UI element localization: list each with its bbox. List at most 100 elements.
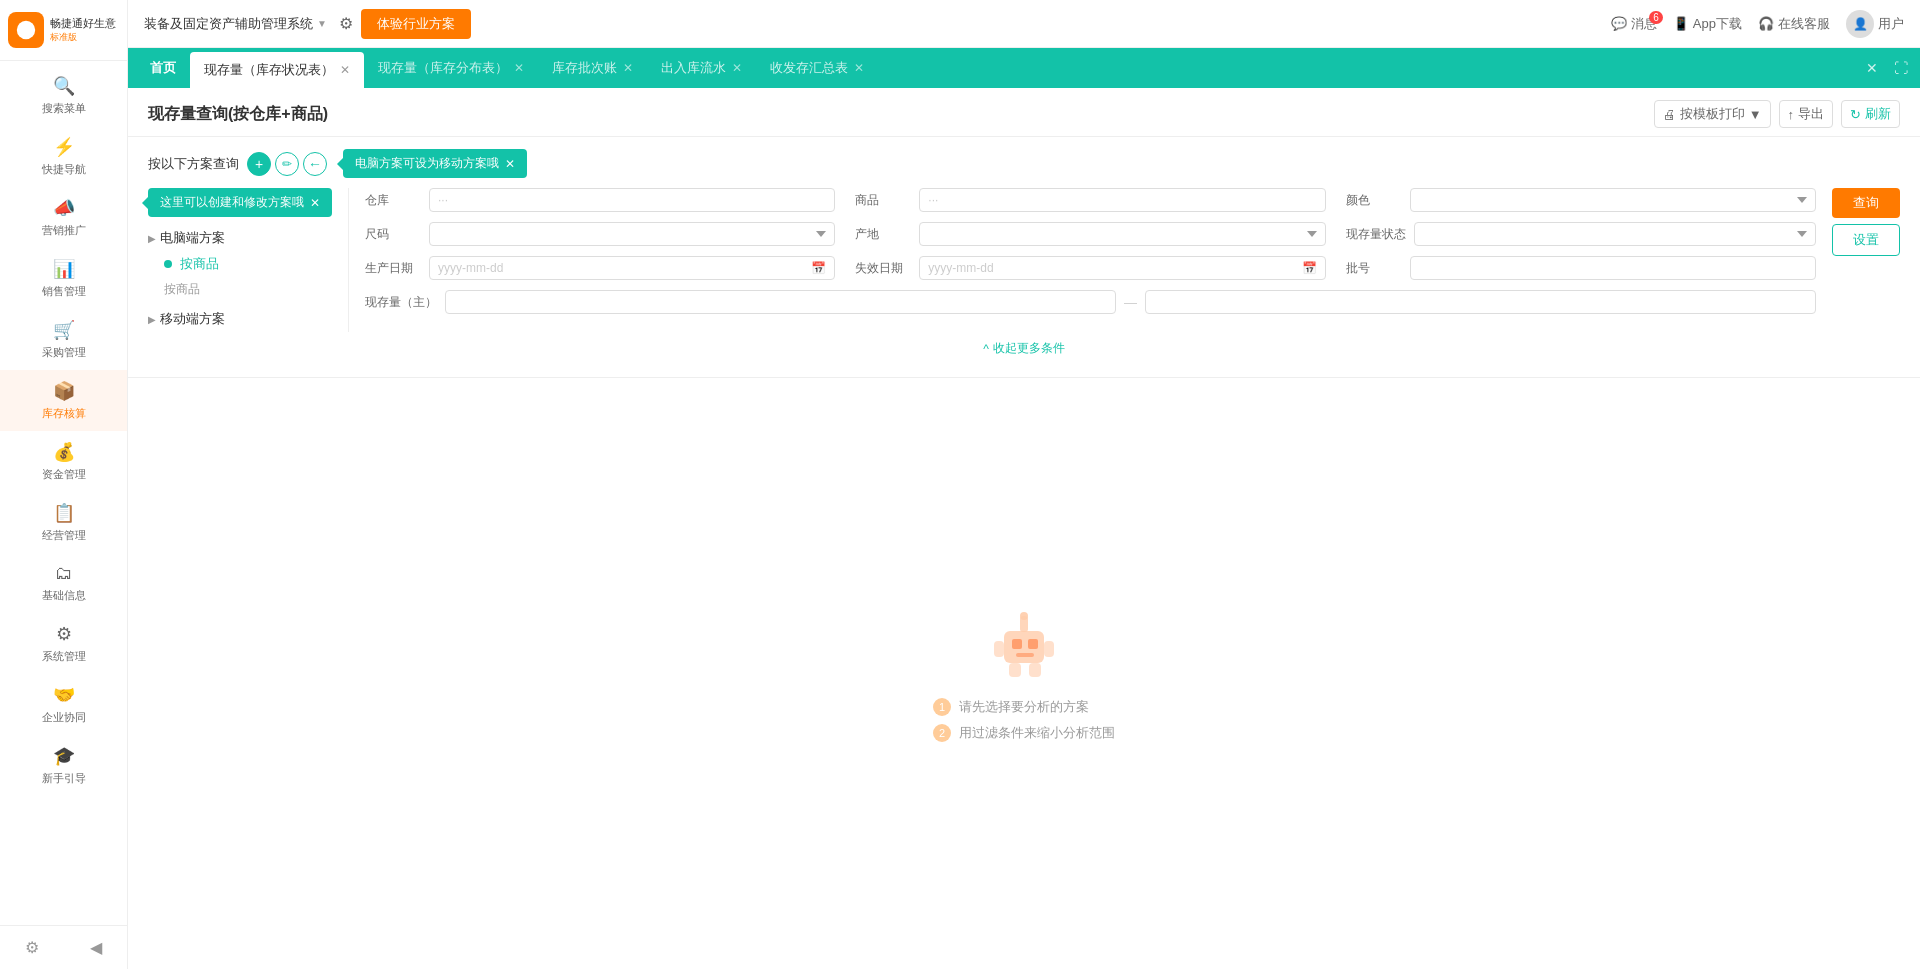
scheme-desktop[interactable]: ▶ 电脑端方案 [148, 225, 332, 251]
tab-inventory-dist[interactable]: 现存量（库存分布表） ✕ [364, 48, 538, 88]
scheme-tooltip-2-close-icon[interactable]: ✕ [310, 196, 320, 210]
topbar-left: 装备及固定资产辅助管理系统 ▼ ⚙ 体验行业方案 [144, 9, 471, 39]
sidebar-label-basic: 基础信息 [42, 588, 86, 603]
warehouse-input[interactable]: ··· [429, 188, 835, 212]
scheme-tooltip-1-close-icon[interactable]: ✕ [505, 157, 515, 171]
tab-home-label: 首页 [150, 59, 176, 77]
export-btn[interactable]: ↑ 导出 [1779, 100, 1834, 128]
warehouse-dots: ··· [438, 193, 448, 207]
scheme-tooltip-1-text: 电脑方案可设为移动方案哦 [355, 155, 499, 172]
origin-select[interactable] [919, 222, 1325, 246]
svg-rect-2 [1012, 639, 1022, 649]
print-btn[interactable]: 🖨 按模板打印 ▼ [1654, 100, 1771, 128]
tip-2-text: 用过滤条件来缩小分析范围 [959, 724, 1115, 742]
tab-inventory-status-close-icon[interactable]: ✕ [340, 63, 350, 77]
scheme-desktop-child-label: 按商品 [180, 255, 219, 273]
filter-actions: + ✏ ← [247, 152, 327, 176]
tab-inventory-dist-close-icon[interactable]: ✕ [514, 61, 524, 75]
sidebar-item-sales[interactable]: 📊 销售管理 [0, 248, 127, 309]
sidebar-item-operation[interactable]: 📋 经营管理 [0, 492, 127, 553]
tab-inventory-status[interactable]: 现存量（库存状况表） ✕ [190, 52, 364, 88]
sidebar-item-purchase[interactable]: 🛒 采购管理 [0, 309, 127, 370]
origin-label: 产地 [855, 226, 911, 243]
user-avatar-icon: 👤 [1853, 17, 1868, 31]
batch-input[interactable] [1410, 256, 1816, 280]
sidebar-item-inventory[interactable]: 📦 库存核算 [0, 370, 127, 431]
size-select[interactable] [429, 222, 835, 246]
tab-close-all-icon[interactable]: ✕ [1862, 56, 1882, 80]
topbar-app-download[interactable]: 📱 App下载 [1673, 15, 1742, 33]
tab-collect-summary[interactable]: 收发存汇总表 ✕ [756, 48, 878, 88]
filter-collapse-btn[interactable]: ^ 收起更多条件 [148, 332, 1900, 365]
produce-date-start[interactable]: yyyy-mm-dd 📅 [429, 256, 835, 280]
sidebar-item-basic[interactable]: 🗂 基础信息 [0, 553, 127, 613]
sidebar-label-enterprise: 企业协同 [42, 710, 86, 725]
tab-fullscreen-icon[interactable]: ⛶ [1890, 56, 1912, 80]
filter-row-3: 生产日期 yyyy-mm-dd 📅 失效日期 [365, 256, 1816, 280]
app-selector[interactable]: 装备及固定资产辅助管理系统 ▼ [144, 15, 327, 33]
topbar-message[interactable]: 💬 消息 6 [1611, 15, 1657, 33]
edit-scheme-btn[interactable]: ✏ [275, 152, 299, 176]
experience-btn[interactable]: 体验行业方案 [361, 9, 471, 39]
scheme-text-other: 按商品 [148, 281, 332, 298]
batch-label: 批号 [1346, 260, 1402, 277]
filter-area: 按以下方案查询 + ✏ ← 电脑方案可设为移动方案哦 [128, 137, 1920, 378]
print-chevron-icon: ▼ [1749, 107, 1762, 122]
tab-inventory-status-label: 现存量（库存状况表） [204, 61, 334, 79]
sidebar-logo: 畅捷通好生意 标准版 [0, 0, 127, 61]
stock-status-select[interactable] [1414, 222, 1816, 246]
tab-inout-flow[interactable]: 出入库流水 ✕ [647, 48, 756, 88]
sidebar-item-search[interactable]: 🔍 搜索菜单 [0, 65, 127, 126]
back-scheme-btn[interactable]: ← [303, 152, 327, 176]
scheme-mobile[interactable]: ▶ 移动端方案 [148, 306, 332, 332]
online-service-icon: 🎧 [1758, 16, 1774, 31]
sidebar-item-quick-nav[interactable]: ⚡ 快捷导航 [0, 126, 127, 187]
app-selector-chevron-icon: ▼ [317, 18, 327, 29]
tip-1-text: 请先选择要分析的方案 [959, 698, 1089, 716]
scheme-desktop-arrow-icon: ▶ [148, 233, 156, 244]
app-name-text: 畅捷通好生意 [50, 16, 116, 31]
sidebar-label-operation: 经营管理 [42, 528, 86, 543]
sidebar-item-guide[interactable]: 🎓 新手引导 [0, 735, 127, 796]
stock-qty-min-input[interactable] [445, 290, 1116, 314]
tab-inventory-batch-label: 库存批次账 [552, 59, 617, 77]
topbar-user[interactable]: 👤 用户 [1846, 10, 1904, 38]
produce-date-start-placeholder: yyyy-mm-dd [438, 261, 503, 275]
color-select[interactable] [1410, 188, 1816, 212]
finance-icon: 💰 [53, 441, 75, 463]
query-btn[interactable]: 查询 [1832, 188, 1900, 218]
tab-inventory-batch-close-icon[interactable]: ✕ [623, 61, 633, 75]
scheme-desktop-child-1[interactable]: 按商品 [164, 251, 332, 277]
tip-1-num: 1 [933, 698, 951, 716]
sidebar-bottom: ⚙ ◀ [0, 925, 127, 969]
sidebar-settings-btn[interactable]: ⚙ [21, 934, 43, 961]
tab-home[interactable]: 首页 [136, 48, 190, 88]
stock-qty-max-input[interactable] [1145, 290, 1816, 314]
topbar-user-label: 用户 [1878, 15, 1904, 33]
filter-field-warehouse: 仓库 ··· [365, 188, 835, 212]
sidebar-item-finance[interactable]: 💰 资金管理 [0, 431, 127, 492]
setup-btn[interactable]: 设置 [1832, 224, 1900, 256]
add-scheme-btn[interactable]: + [247, 152, 271, 176]
tab-inventory-batch[interactable]: 库存批次账 ✕ [538, 48, 647, 88]
svg-point-6 [1020, 612, 1028, 620]
sidebar-collapse-btn[interactable]: ◀ [86, 934, 106, 961]
sidebar-item-marketing[interactable]: 📣 营销推广 [0, 187, 127, 248]
tree-dot [164, 260, 172, 268]
topbar-online-service[interactable]: 🎧 在线客服 [1758, 15, 1830, 33]
scheme-desktop-label: 电脑端方案 [160, 229, 225, 247]
refresh-btn[interactable]: ↻ 刷新 [1841, 100, 1900, 128]
expire-date-range: yyyy-mm-dd 📅 [919, 256, 1325, 280]
sidebar-item-enterprise[interactable]: 🤝 企业协同 [0, 674, 127, 735]
svg-rect-3 [1028, 639, 1038, 649]
tab-collect-summary-close-icon[interactable]: ✕ [854, 61, 864, 75]
expire-date-start[interactable]: yyyy-mm-dd 📅 [919, 256, 1325, 280]
sidebar-label-marketing: 营销推广 [42, 223, 86, 238]
topbar-settings-icon[interactable]: ⚙ [339, 14, 353, 33]
sidebar-item-system[interactable]: ⚙ 系统管理 [0, 613, 127, 674]
empty-state: 1 请先选择要分析的方案 2 用过滤条件来缩小分析范围 [128, 378, 1920, 969]
goods-input[interactable]: ··· [919, 188, 1325, 212]
content-inner: 现存量查询(按仓库+商品) 🖨 按模板打印 ▼ ↑ 导出 ↻ [128, 88, 1920, 969]
sidebar-label-search: 搜索菜单 [42, 101, 86, 116]
tab-inout-flow-close-icon[interactable]: ✕ [732, 61, 742, 75]
